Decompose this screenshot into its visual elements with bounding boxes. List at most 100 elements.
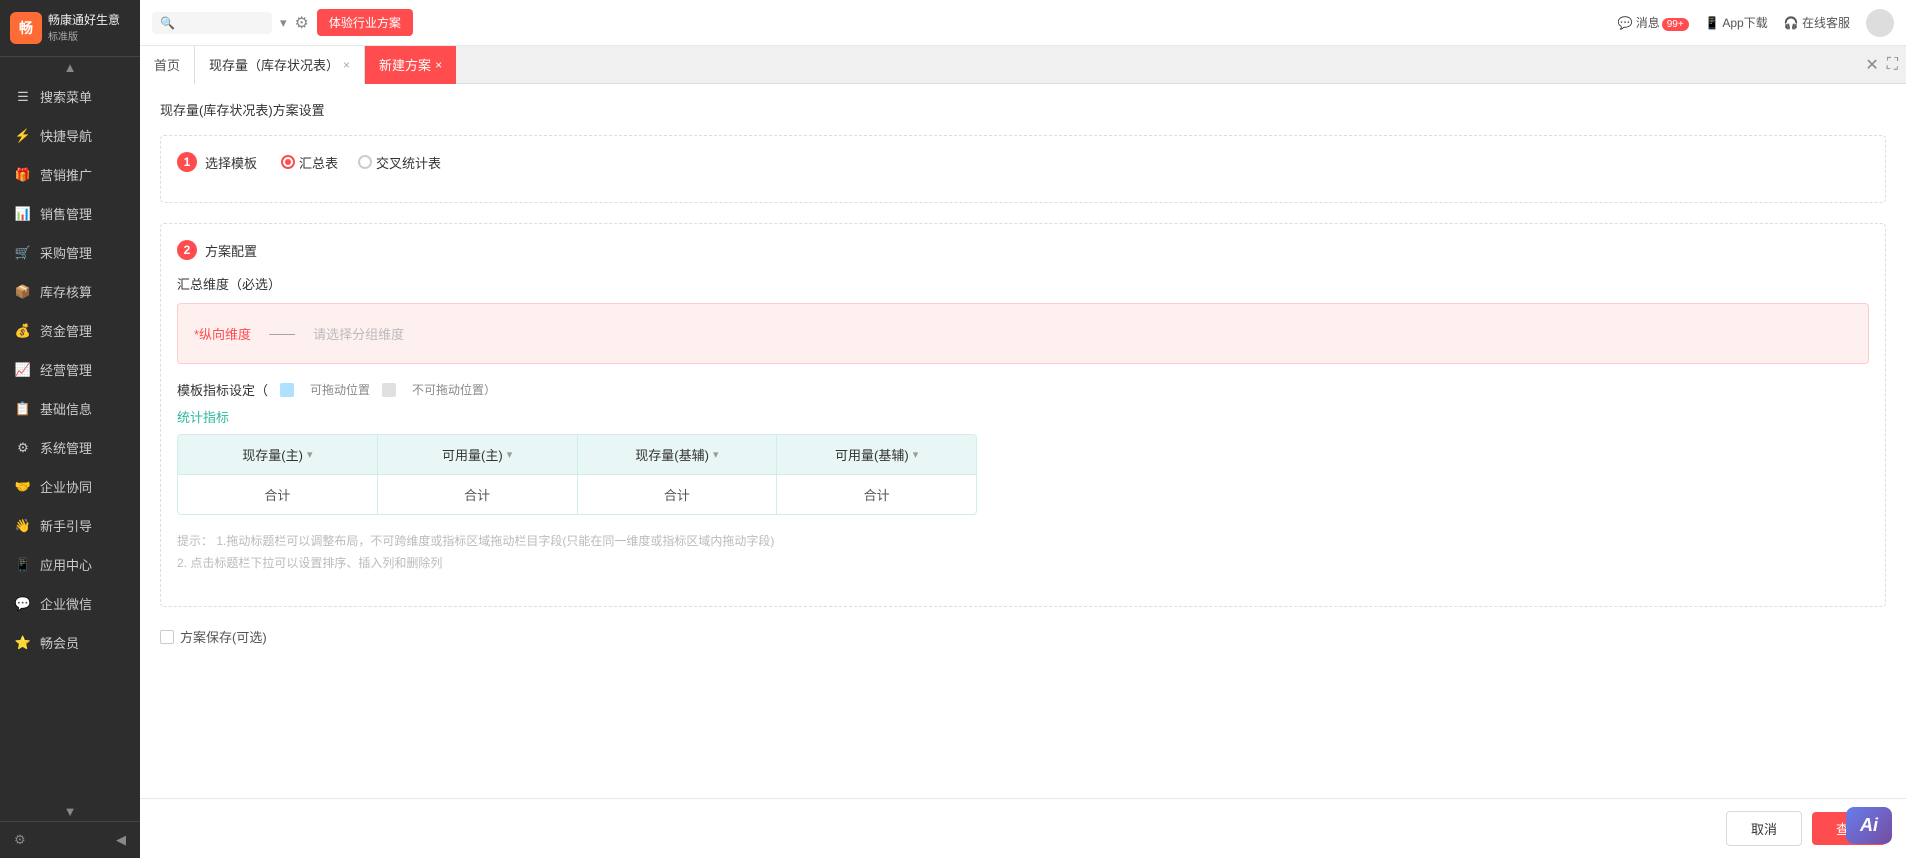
stats-col-4[interactable]: 可用量(基辅) ▾ [777,435,976,474]
sidebar-scroll-up[interactable]: ▲ [0,57,140,77]
save-checkbox[interactable] [160,630,174,644]
search-icon: 🔍 [160,16,175,30]
industry-plan-button[interactable]: 体验行业方案 [317,9,413,36]
collab-icon: 🤝 [14,478,32,496]
stats-col-1-label: 现存量(主) [242,445,303,464]
tab-new-plan[interactable]: 新建方案 × [365,46,456,84]
dimension-area[interactable]: *纵向维度 —— 请选择分组维度 [177,303,1869,364]
sidebar-item-label: 资金管理 [40,321,92,340]
sidebar-item-sales[interactable]: 📊 销售管理 [0,194,140,233]
sidebar-item-member[interactable]: ⭐ 畅会员 [0,623,140,662]
sidebar-item-finance[interactable]: 💰 资金管理 [0,311,140,350]
section2-header: 2 方案配置 [177,240,1869,260]
newbie-icon: 👋 [14,517,32,535]
topbar-right: 💬 消息99+ 📱 App下载 🎧 在线客服 [1617,9,1894,37]
section1-title: 选择模板 [205,153,257,172]
col1-caret-icon[interactable]: ▾ [307,448,313,461]
stats-table: 现存量(主) ▾ 可用量(主) ▾ 现存量(基辅) ▾ 可用量(基辅) [177,434,977,515]
stats-col-1[interactable]: 现存量(主) ▾ [178,435,378,474]
messages-label[interactable]: 💬 消息99+ [1617,14,1688,31]
tab-inventory[interactable]: 现存量（库存状况表） × [195,46,365,84]
stats-col-4-label: 可用量(基辅) [835,445,909,464]
dim-placeholder-text: 请选择分组维度 [313,324,404,343]
purchase-icon: 🛒 [14,244,32,262]
section1-number: 1 [177,152,197,172]
sidebar-item-search[interactable]: ☰ 搜索菜单 [0,77,140,116]
tab-home-label: 首页 [154,55,180,74]
tab-home[interactable]: 首页 [140,46,195,84]
appcenter-icon: 📱 [14,556,32,574]
sidebar-settings-icon[interactable]: ⚙ [14,832,26,848]
sidebar-item-wechat[interactable]: 💬 企业微信 [0,584,140,623]
not-draggable-label: 不可拖动位置） [412,381,496,398]
tab-new-close[interactable]: × [435,58,442,72]
summary-dim-label: 汇总维度（必选） [177,274,1869,293]
sidebar-item-purchase[interactable]: 🛒 采购管理 [0,233,140,272]
sidebar-item-collab[interactable]: 🤝 企业协同 [0,467,140,506]
search-menu-icon: ☰ [14,88,32,106]
sidebar-item-label: 营销推广 [40,165,92,184]
ai-badge[interactable]: Ai [1846,807,1892,844]
sidebar-item-marketing[interactable]: 🎁 营销推广 [0,155,140,194]
tab-inventory-close[interactable]: × [343,58,350,72]
tabs-bar: 首页 现存量（库存状况表） × 新建方案 × ✕ ⛶ [140,46,1906,84]
content-inner: 现存量(库存状况表)方案设置 1 选择模板 汇总表 交叉统计表 [140,84,1906,798]
basics-icon: 📋 [14,400,32,418]
sales-icon: 📊 [14,205,32,223]
stats-cell-2: 合计 [378,475,578,514]
save-option-label: 方案保存(可选) [180,627,267,646]
app-download-link[interactable]: 📱 App下载 [1705,14,1768,31]
radio-cross-dot [358,155,372,169]
sidebar-collapse-icon[interactable]: ◀ [116,832,126,848]
stats-cell-1: 合计 [178,475,378,514]
sidebar-item-label: 基础信息 [40,399,92,418]
user-avatar[interactable] [1866,9,1894,37]
topbar-gear-icon[interactable]: ⚙ [295,13,309,33]
stats-section-title: 统计指标 [177,407,1869,426]
search-input[interactable] [179,16,259,30]
sidebar: 畅 畅康通好生意 标准版 ▲ ☰ 搜索菜单 ⚡ 快捷导航 🎁 营销推广 📊 销售… [0,0,140,858]
radio-cross-label: 交叉统计表 [376,153,441,172]
stats-cell-3: 合计 [578,475,778,514]
col3-caret-icon[interactable]: ▾ [713,448,719,461]
inventory-icon: 📦 [14,283,32,301]
tab-expand-icon[interactable]: ⛶ [1887,56,1898,74]
radio-summary-table[interactable]: 汇总表 [281,153,338,172]
sidebar-item-system[interactable]: ⚙ 系统管理 [0,428,140,467]
sidebar-item-label: 快捷导航 [40,126,92,145]
stats-col-2[interactable]: 可用量(主) ▾ [378,435,578,474]
topbar: 🔍 ▾ ⚙ 体验行业方案 💬 消息99+ 📱 App下载 🎧 在线客服 [140,0,1906,46]
sidebar-item-newbie[interactable]: 👋 新手引导 [0,506,140,545]
operations-icon: 📈 [14,361,32,379]
tab-close-icon[interactable]: ✕ [1865,55,1878,75]
sidebar-item-operations[interactable]: 📈 经营管理 [0,350,140,389]
sidebar-item-inventory[interactable]: 📦 库存核算 [0,272,140,311]
draggable-label: 可拖动位置 [310,381,370,398]
sidebar-item-label: 系统管理 [40,438,92,457]
radio-cross-table[interactable]: 交叉统计表 [358,153,441,172]
stats-col-3[interactable]: 现存量(基辅) ▾ [578,435,778,474]
draggable-badge [280,383,294,397]
sidebar-item-basics[interactable]: 📋 基础信息 [0,389,140,428]
col2-caret-icon[interactable]: ▾ [507,448,513,461]
sidebar-item-label: 企业协同 [40,477,92,496]
section2-number: 2 [177,240,197,260]
stats-data-row: 合计 合计 合计 合计 [178,474,976,514]
sidebar-item-appcenter[interactable]: 📱 应用中心 [0,545,140,584]
col4-caret-icon[interactable]: ▾ [913,448,919,461]
app-name: 畅康通好生意 [48,13,120,29]
tab-new-label: 新建方案 [379,55,431,74]
quicknav-icon: ⚡ [14,127,32,145]
topbar-dropdown-icon[interactable]: ▾ [280,15,287,31]
section-choose-template: 1 选择模板 汇总表 交叉统计表 [160,135,1886,203]
tab-inventory-label: 现存量（库存状况表） [209,55,339,74]
topbar-search-box[interactable]: 🔍 [152,12,272,34]
indicator-settings-label: 模板指标设定（ [177,380,268,399]
cancel-button[interactable]: 取消 [1726,811,1802,846]
sidebar-item-quicknav[interactable]: ⚡ 快捷导航 [0,116,140,155]
sidebar-scroll-down[interactable]: ▼ [0,801,140,821]
page-title: 现存量(库存状况表)方案设置 [160,100,1886,119]
sidebar-item-label: 新手引导 [40,516,92,535]
online-support-link[interactable]: 🎧 在线客服 [1784,14,1850,31]
sidebar-item-label: 搜索菜单 [40,87,92,106]
